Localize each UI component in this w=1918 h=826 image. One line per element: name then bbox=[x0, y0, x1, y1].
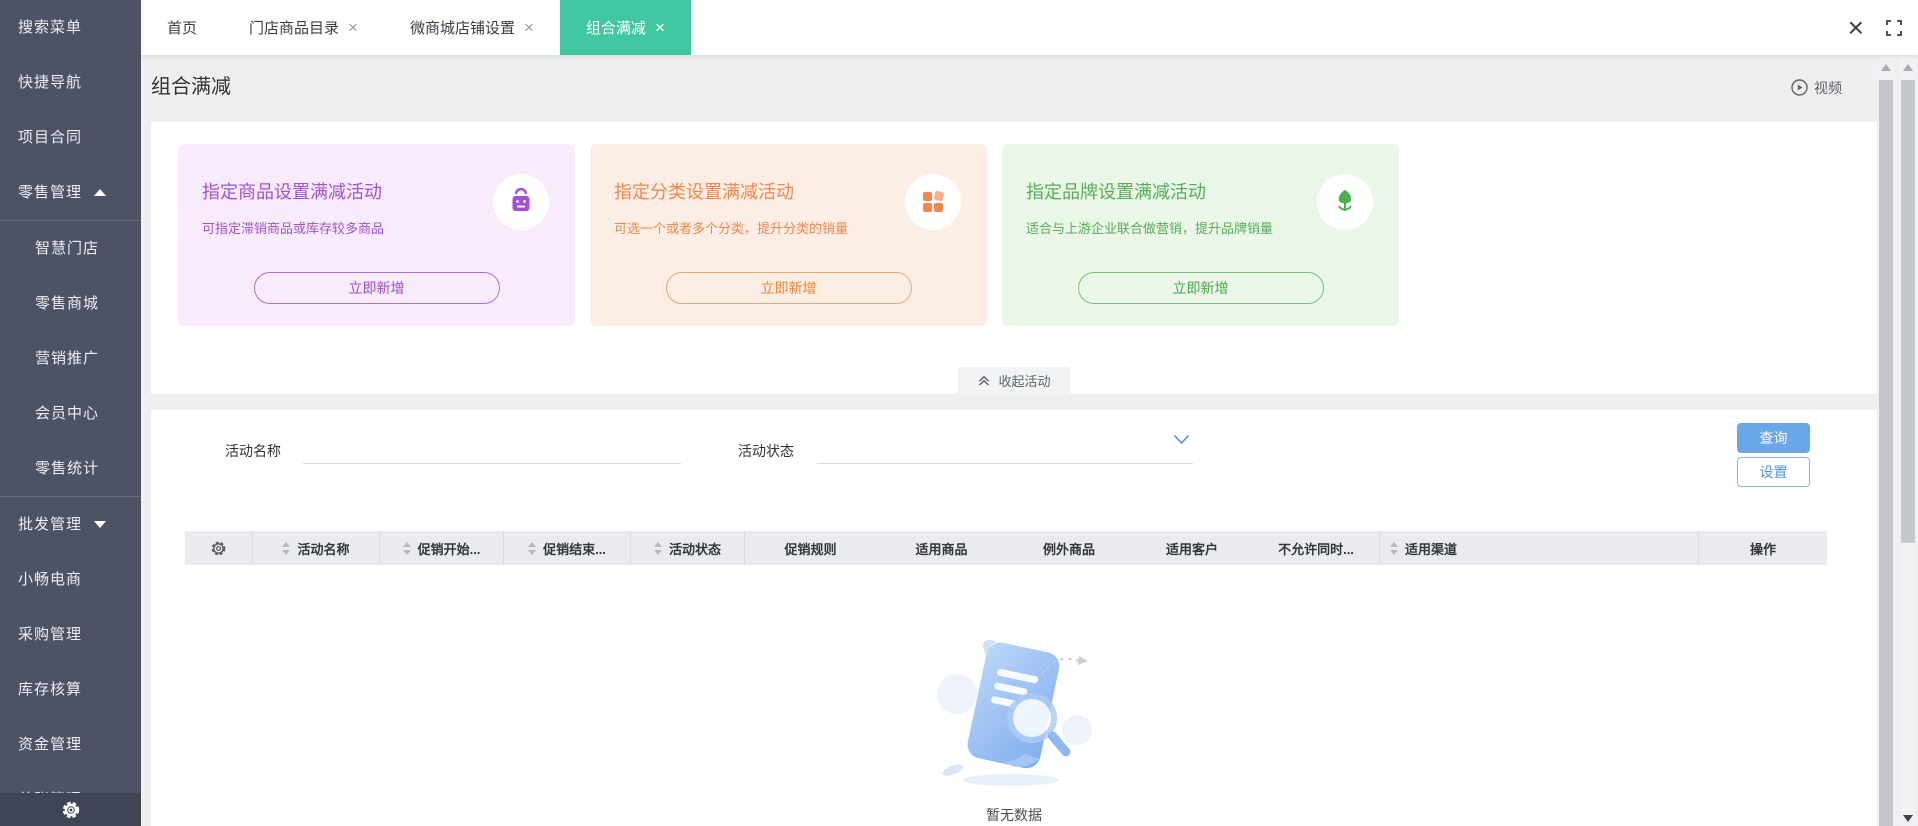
activity-list-panel: 活动名称 活动状态 查询 设置 活动名称 促销开始... 促销结束... 活动状… bbox=[151, 410, 1877, 826]
add-now-button[interactable]: 立即新增 bbox=[665, 272, 912, 304]
gear-icon bbox=[62, 801, 79, 818]
outer-scrollbar[interactable] bbox=[1900, 57, 1916, 826]
close-icon[interactable]: × bbox=[348, 19, 358, 36]
table-header-excluded-products[interactable]: 例外商品 bbox=[1007, 531, 1131, 565]
close-icon[interactable]: × bbox=[655, 19, 665, 36]
table-header-applicable-channels[interactable]: 适用渠道 bbox=[1380, 531, 1699, 565]
scroll-up-arrow-icon[interactable] bbox=[1903, 64, 1913, 71]
card-icon-circle bbox=[905, 174, 961, 230]
video-link[interactable]: 视频 bbox=[1791, 55, 1842, 120]
sidebar: 搜索菜单 快捷导航 项目合同 零售管理 智慧门店 零售商城 营销推广 会员中心 … bbox=[0, 0, 141, 826]
page-title: 组合满减 bbox=[151, 76, 231, 98]
card-category-discount: 指定分类设置满减活动 可选一个或者多个分类，提升分类的销量 立即新增 bbox=[590, 144, 987, 326]
table-header-promo-rule[interactable]: 促销规则 bbox=[745, 531, 876, 565]
card-brand-discount: 指定品牌设置满减活动 适合与上游企业联合做营销，提升品牌销量 立即新增 bbox=[1002, 144, 1399, 326]
tab-bar: 首页 门店商品目录 × 微商城店铺设置 × 组合满减 × × bbox=[141, 0, 1918, 55]
empty-state: 暂无数据 bbox=[151, 632, 1877, 825]
activity-name-label: 活动名称 bbox=[225, 443, 281, 459]
category-icon bbox=[923, 190, 945, 212]
collapse-arrow-icon bbox=[94, 189, 107, 196]
sort-icon[interactable] bbox=[653, 541, 662, 555]
sidebar-item-xiaochang-ecommerce[interactable]: 小畅电商 bbox=[0, 552, 141, 607]
sidebar-item-smart-store[interactable]: 智慧门店 bbox=[0, 221, 141, 276]
promo-panel: 指定商品设置满减活动 可指定滞销商品或库存较多商品 立即新增 指定分类设置满减活… bbox=[151, 122, 1877, 394]
card-desc: 适合与上游企业联合做营销，提升品牌销量 bbox=[1026, 221, 1274, 236]
sidebar-settings-button[interactable] bbox=[0, 793, 141, 826]
activity-status-label: 活动状态 bbox=[738, 443, 794, 459]
add-now-button[interactable]: 立即新增 bbox=[1077, 272, 1324, 304]
open-tabs: 首页 门店商品目录 × 微商城店铺设置 × 组合满减 × bbox=[141, 0, 1918, 55]
table-header-activity-status[interactable]: 活动状态 bbox=[631, 531, 745, 565]
sidebar-item-quick-nav[interactable]: 快捷导航 bbox=[0, 55, 141, 110]
sidebar-item-label: 零售管理 bbox=[18, 184, 83, 201]
video-label: 视频 bbox=[1814, 79, 1842, 96]
table-header-promo-end[interactable]: 促销结束... bbox=[504, 531, 631, 565]
bag-icon bbox=[512, 188, 530, 211]
scrollbar-thumb[interactable] bbox=[1901, 80, 1915, 543]
query-button[interactable]: 查询 bbox=[1737, 423, 1810, 453]
sort-icon[interactable] bbox=[528, 541, 537, 555]
column-settings-button[interactable] bbox=[185, 531, 253, 565]
tab-home[interactable]: 首页 bbox=[141, 0, 223, 55]
table-header-promo-start[interactable]: 促销开始... bbox=[380, 531, 504, 565]
chevron-down-icon[interactable] bbox=[1173, 434, 1190, 445]
sidebar-item-inventory-accounting[interactable]: 库存核算 bbox=[0, 662, 141, 717]
tab-label: 首页 bbox=[167, 20, 198, 37]
card-icon-circle bbox=[1317, 174, 1373, 230]
double-chevron-up-icon bbox=[978, 375, 990, 386]
tab-store-product-catalog[interactable]: 门店商品目录 × bbox=[223, 0, 384, 55]
window-controls: × bbox=[1848, 0, 1902, 55]
add-now-button[interactable]: 立即新增 bbox=[253, 272, 500, 304]
sidebar-item-wholesale-management[interactable]: 批发管理 bbox=[0, 497, 141, 552]
table-header-not-concurrent[interactable]: 不允许同时... bbox=[1253, 531, 1380, 565]
inner-scrollbar[interactable] bbox=[1878, 57, 1894, 826]
sort-icon[interactable] bbox=[402, 541, 411, 555]
table-header: 活动名称 促销开始... 促销结束... 活动状态 促销规则 适用商品 例外商品… bbox=[185, 531, 1827, 565]
sidebar-item-search-menu[interactable]: 搜索菜单 bbox=[0, 0, 141, 55]
table-header-applicable-customers[interactable]: 适用客户 bbox=[1131, 531, 1253, 565]
page-header: 组合满减 视频 bbox=[141, 55, 1918, 120]
flower-icon bbox=[1338, 190, 1352, 211]
scroll-down-arrow-icon[interactable] bbox=[1903, 815, 1913, 822]
empty-illustration bbox=[937, 640, 1092, 786]
tab-label: 门店商品目录 bbox=[249, 20, 340, 37]
table-header-activity-name[interactable]: 活动名称 bbox=[253, 531, 380, 565]
settings-button[interactable]: 设置 bbox=[1737, 457, 1810, 487]
card-desc: 可选一个或者多个分类，提升分类的销量 bbox=[614, 221, 849, 236]
sidebar-item-member-center[interactable]: 会员中心 bbox=[0, 386, 141, 441]
collapse-label: 收起活动 bbox=[998, 374, 1051, 389]
sidebar-item-retail-management[interactable]: 零售管理 bbox=[0, 165, 141, 220]
promo-cards: 指定商品设置满减活动 可指定滞销商品或库存较多商品 立即新增 指定分类设置满减活… bbox=[178, 144, 1399, 326]
sort-icon[interactable] bbox=[1390, 541, 1398, 555]
tab-combo-discount[interactable]: 组合满减 × bbox=[559, 0, 691, 55]
sidebar-item-marketing[interactable]: 营销推广 bbox=[0, 331, 141, 386]
scroll-up-arrow-icon[interactable] bbox=[1881, 64, 1891, 71]
sort-icon[interactable] bbox=[282, 541, 291, 555]
close-icon[interactable]: × bbox=[524, 19, 534, 36]
collapse-activities-button[interactable]: 收起活动 bbox=[957, 367, 1071, 394]
card-desc: 可指定滞销商品或库存较多商品 bbox=[202, 221, 385, 236]
card-icon-circle bbox=[493, 174, 549, 230]
sidebar-item-retail-stats[interactable]: 零售统计 bbox=[0, 441, 141, 496]
sidebar-item-label: 批发管理 bbox=[18, 516, 83, 533]
tab-label: 微商城店铺设置 bbox=[409, 20, 515, 37]
card-product-discount: 指定商品设置满减活动 可指定滞销商品或库存较多商品 立即新增 bbox=[178, 144, 575, 326]
fullscreen-icon[interactable] bbox=[1886, 19, 1902, 36]
gear-icon bbox=[211, 541, 226, 555]
tab-label: 组合满减 bbox=[585, 20, 646, 37]
tab-micro-mall-settings[interactable]: 微商城店铺设置 × bbox=[384, 0, 560, 55]
play-circle-icon bbox=[1791, 79, 1808, 96]
close-icon[interactable]: × bbox=[1848, 13, 1864, 42]
sidebar-item-funds-management[interactable]: 资金管理 bbox=[0, 717, 141, 772]
empty-text: 暂无数据 bbox=[986, 807, 1042, 823]
sidebar-item-purchase-management[interactable]: 采购管理 bbox=[0, 607, 141, 662]
activity-name-input[interactable] bbox=[303, 448, 681, 464]
table-header-actions: 操作 bbox=[1749, 541, 1776, 557]
table-header-applicable-products[interactable]: 适用商品 bbox=[876, 531, 1007, 565]
sidebar-item-retail-mall[interactable]: 零售商城 bbox=[0, 276, 141, 331]
expand-arrow-icon bbox=[94, 521, 107, 528]
scrollbar-thumb[interactable] bbox=[1879, 80, 1893, 826]
sidebar-item-project-contract[interactable]: 项目合同 bbox=[0, 110, 141, 165]
activity-status-select[interactable] bbox=[817, 448, 1193, 464]
